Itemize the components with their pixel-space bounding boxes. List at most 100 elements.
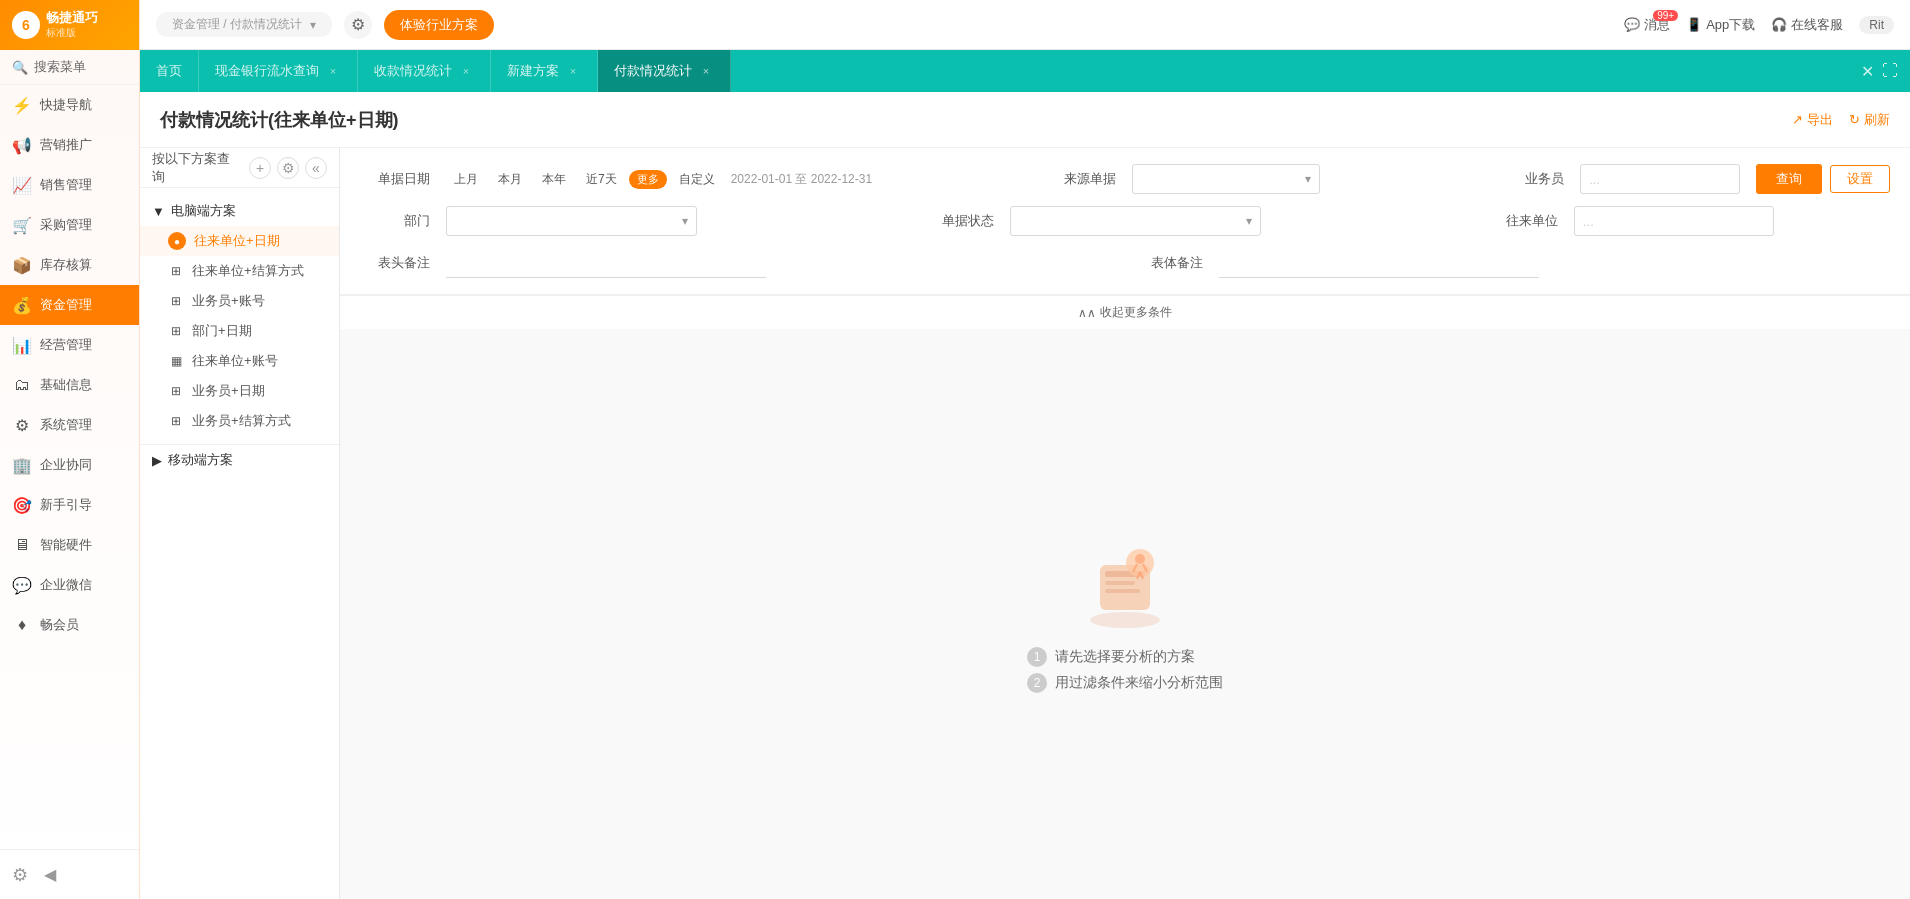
phone-icon: 📱 (1686, 17, 1702, 32)
logo-icon: 6 (12, 11, 40, 39)
date-btn-more[interactable]: 更多 (629, 170, 667, 189)
tab-home-label: 首页 (156, 62, 182, 80)
date-btn-7days[interactable]: 近7天 (578, 168, 625, 191)
gear-icon: ⚙ (282, 160, 295, 176)
scheme-item-unit-date[interactable]: ● 往来单位+日期 (140, 226, 339, 256)
user-avatar[interactable]: Rit (1859, 16, 1894, 34)
sidebar-item-wechat[interactable]: 💬 企业微信 (0, 565, 139, 605)
search-label: 搜索菜单 (34, 58, 86, 76)
date-btn-this-year[interactable]: 本年 (534, 168, 574, 191)
trial-btn[interactable]: 体验行业方案 (384, 10, 494, 40)
scheme-item-dept-date[interactable]: ⊞ 部门+日期 (140, 316, 339, 346)
unit-select[interactable]: ... (1574, 206, 1774, 236)
desktop-section-title[interactable]: ▼ 电脑端方案 (140, 196, 339, 226)
scheme-item-staff-settle[interactable]: ⊞ 业务员+结算方式 (140, 406, 339, 436)
collapse-panel-btn[interactable]: « (305, 157, 327, 179)
staff-select[interactable]: ... (1580, 164, 1740, 194)
date-btn-last-month[interactable]: 上月 (446, 168, 486, 191)
status-dropdown-icon: ▾ (1246, 214, 1252, 228)
add-scheme-btn[interactable]: + (249, 157, 271, 179)
collapse-icon: « (312, 160, 320, 176)
scheme-label: 业务员+日期 (192, 382, 265, 400)
unit-dots: ... (1583, 214, 1765, 229)
empty-tip-2: 2 用过滤条件来缩小分析范围 (1027, 673, 1223, 693)
sidebar-item-enterprise[interactable]: 🏢 企业协同 (0, 445, 139, 485)
enterprise-icon: 🏢 (12, 455, 32, 475)
tab-payment[interactable]: 付款情况统计 × (598, 50, 731, 92)
logo: 6 畅捷通巧 标准版 (0, 0, 139, 50)
svg-rect-4 (1105, 589, 1140, 593)
breadcrumb-dropdown-icon[interactable]: ▾ (310, 18, 316, 32)
user-name: Rit (1869, 18, 1884, 32)
scheme-item-staff-account[interactable]: ⊞ 业务员+账号 (140, 286, 339, 316)
sidebar-item-basic[interactable]: 🗂 基础信息 (0, 365, 139, 405)
sidebar-item-quick-nav[interactable]: ⚡ 快捷导航 (0, 85, 139, 125)
sidebar-item-marketing[interactable]: 📢 营销推广 (0, 125, 139, 165)
body-note-input[interactable] (1219, 248, 1539, 278)
sidebar-bottom: ⚙ ◀ (0, 849, 139, 899)
scheme-item-unit-settle[interactable]: ⊞ 往来单位+结算方式 (140, 256, 339, 286)
tab-bank-flow-label: 现金银行流水查询 (215, 62, 319, 80)
tab-maximize-btn[interactable]: ⛶ (1882, 62, 1898, 80)
sidebar-search[interactable]: 🔍 搜索菜单 (0, 50, 139, 85)
date-btn-custom[interactable]: 自定义 (671, 168, 723, 191)
collapse-bar[interactable]: ∧∧ 收起更多条件 (340, 295, 1910, 329)
sidebar-item-system[interactable]: ⚙ 系统管理 (0, 405, 139, 445)
refresh-btn[interactable]: ↻ 刷新 (1849, 111, 1890, 129)
purchase-icon: 🛒 (12, 215, 32, 235)
collapse-sidebar-icon[interactable]: ◀ (44, 865, 56, 884)
tip-num-2: 2 (1027, 673, 1047, 693)
tab-new-scheme-close[interactable]: × (565, 63, 581, 79)
notifications-btn[interactable]: 💬 消息 99+ (1624, 16, 1670, 34)
tab-receipts-close[interactable]: × (458, 63, 474, 79)
sidebar-item-sales[interactable]: 📈 销售管理 (0, 165, 139, 205)
breadcrumb: 资金管理 / 付款情况统计 ▾ (156, 12, 332, 37)
tab-bank-flow-close[interactable]: × (325, 63, 341, 79)
chevron-down-icon: ▼ (152, 204, 165, 219)
status-select[interactable]: ▾ (1010, 206, 1261, 236)
sidebar-item-inventory[interactable]: 📦 库存核算 (0, 245, 139, 285)
query-btn[interactable]: 查询 (1756, 164, 1822, 194)
main-area: 资金管理 / 付款情况统计 ▾ ⚙ 体验行业方案 💬 消息 99+ 📱 App下… (140, 0, 1910, 899)
tab-receipts[interactable]: 收款情况统计 × (358, 50, 491, 92)
header-settings-btn[interactable]: ⚙ (344, 11, 372, 39)
mobile-section-title[interactable]: ▶ 移动端方案 (140, 444, 339, 475)
filter-settings-btn[interactable]: 设置 (1830, 165, 1890, 193)
tab-new-scheme[interactable]: 新建方案 × (491, 50, 598, 92)
tab-home[interactable]: 首页 (140, 50, 199, 92)
online-service-label: 在线客服 (1791, 16, 1843, 34)
nav-label: 销售管理 (40, 176, 92, 194)
export-icon: ↗ (1792, 112, 1803, 127)
settings-bottom-icon[interactable]: ⚙ (12, 864, 28, 886)
sidebar-item-purchase[interactable]: 🛒 采购管理 (0, 205, 139, 245)
sidebar-item-guide[interactable]: 🎯 新手引导 (0, 485, 139, 525)
tab-payment-close[interactable]: × (698, 63, 714, 79)
scheme-item-staff-date[interactable]: ⊞ 业务员+日期 (140, 376, 339, 406)
nav-label: 资金管理 (40, 296, 92, 314)
sidebar-item-finance[interactable]: 💰 资金管理 (0, 285, 139, 325)
tab-bank-flow[interactable]: 现金银行流水查询 × (199, 50, 358, 92)
scheme-label: 部门+日期 (192, 322, 252, 340)
app-download-label: App下载 (1706, 16, 1755, 34)
active-scheme-icon: ● (168, 232, 186, 250)
scheme-settings-btn[interactable]: ⚙ (277, 157, 299, 179)
tab-close-window-btn[interactable]: ✕ (1861, 62, 1874, 81)
page-area: 付款情况统计(往来单位+日期) ↗ 导出 ↻ 刷新 按以下方案查询 (140, 92, 1910, 899)
online-service-btn[interactable]: 🎧 在线客服 (1771, 16, 1843, 34)
source-select[interactable]: ▾ (1132, 164, 1320, 194)
sidebar-item-vip[interactable]: ♦ 畅会员 (0, 605, 139, 645)
inventory-icon: 📦 (12, 255, 32, 275)
desktop-scheme-section: ▼ 电脑端方案 ● 往来单位+日期 ⊞ 往来单位+结算方式 ⊞ 业务员+账号 (140, 188, 339, 444)
page-title: 付款情况统计(往来单位+日期) (160, 108, 1792, 132)
app-download-btn[interactable]: 📱 App下载 (1686, 16, 1755, 34)
export-btn[interactable]: ↗ 导出 (1792, 111, 1833, 129)
date-btn-this-month[interactable]: 本月 (490, 168, 530, 191)
sidebar-item-hardware[interactable]: 🖥 智能硬件 (0, 525, 139, 565)
scheme-label: 往来单位+日期 (194, 232, 280, 250)
header-note-input[interactable] (446, 248, 766, 278)
panel-header-label: 按以下方案查询 (152, 150, 241, 186)
sidebar-item-operations[interactable]: 📊 经营管理 (0, 325, 139, 365)
dept-select[interactable]: ▾ (446, 206, 697, 236)
desktop-section-label: 电脑端方案 (171, 202, 236, 220)
scheme-item-unit-account[interactable]: ▦ 往来单位+账号 (140, 346, 339, 376)
